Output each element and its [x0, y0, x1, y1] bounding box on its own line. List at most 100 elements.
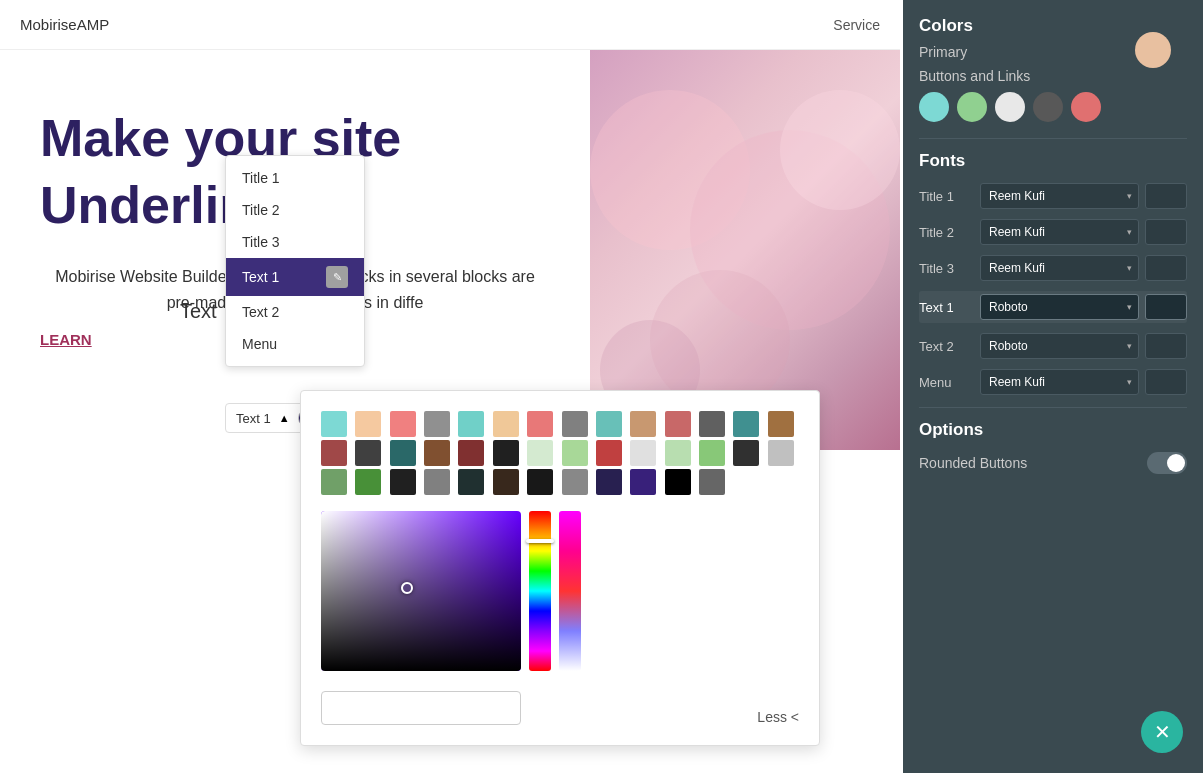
toolbar-label: Text 1: [236, 411, 271, 426]
font-size-title3[interactable]: 2.25: [1145, 255, 1187, 281]
dropdown-title2[interactable]: Title 2: [226, 194, 364, 226]
font-select-title3[interactable]: Reem Kufi ▾: [980, 255, 1139, 281]
swatch-lgray1[interactable]: [630, 440, 656, 466]
swatch-gray1[interactable]: [424, 411, 450, 437]
swatch-teal1[interactable]: [321, 411, 347, 437]
svg-point-3: [780, 90, 900, 210]
font-select-text1[interactable]: Roboto ▾: [980, 294, 1139, 320]
swatch-green2[interactable]: [562, 440, 588, 466]
swatch-teal5[interactable]: [390, 440, 416, 466]
swatch-vblack[interactable]: [527, 469, 553, 495]
font-row-text2: Text 2 Roboto ▾ 1.1: [919, 333, 1187, 359]
swatch-darkbrown[interactable]: [493, 469, 519, 495]
color-dot-white[interactable]: [995, 92, 1025, 122]
swatch-green4[interactable]: [699, 440, 725, 466]
swatch-brown2[interactable]: [768, 411, 794, 437]
dropdown-text1[interactable]: Text 1 ✎: [226, 258, 364, 296]
color-dot-teal[interactable]: [919, 92, 949, 122]
options-section: Options Rounded Buttons: [919, 420, 1187, 474]
font-row-menu: Menu Reem Kufi ▾ 1: [919, 369, 1187, 395]
font-name-text2[interactable]: Roboto ▾: [980, 333, 1139, 359]
font-name-menu[interactable]: Reem Kufi ▾: [980, 369, 1139, 395]
font-select-title1[interactable]: Reem Kufi ▾: [980, 183, 1139, 209]
font-size-text2[interactable]: 1.1: [1145, 333, 1187, 359]
font-row-title3: Title 3 Reem Kufi ▾ 2.25: [919, 255, 1187, 281]
font-label-text1: Text 1: [919, 300, 974, 315]
swatch-gray6[interactable]: [699, 469, 725, 495]
fonts-title: Fonts: [919, 151, 1187, 171]
font-name-title1[interactable]: Reem Kufi ▾: [980, 183, 1139, 209]
rounded-buttons-toggle[interactable]: [1147, 452, 1187, 474]
swatch-green1[interactable]: [527, 440, 553, 466]
swatch-darkpurple1[interactable]: [596, 469, 622, 495]
swatch-red5[interactable]: [458, 440, 484, 466]
dropdown-text2[interactable]: Text 2: [226, 296, 364, 328]
font-row-text1: Text 1 Roboto ▾ 1.3: [919, 291, 1187, 323]
swatch-darkpurple2[interactable]: [630, 469, 656, 495]
dropdown-title3[interactable]: Title 3: [226, 226, 364, 258]
gradient-cursor: [401, 582, 413, 594]
font-name-text1[interactable]: Roboto ▾: [980, 294, 1139, 320]
font-size-title1[interactable]: 6: [1145, 183, 1187, 209]
text-label: Text: [180, 300, 217, 323]
swatch-gray3[interactable]: [699, 411, 725, 437]
font-size-text1[interactable]: 1.3: [1145, 294, 1187, 320]
font-size-menu[interactable]: 1: [1145, 369, 1187, 395]
swatch-mgray[interactable]: [562, 469, 588, 495]
hex-input[interactable]: #443460: [321, 691, 521, 725]
topbar: MobiriseAMP Service: [0, 0, 900, 50]
font-label-text2: Text 2: [919, 339, 974, 354]
hue-bar[interactable]: [529, 511, 551, 671]
less-link[interactable]: Less <: [757, 709, 799, 725]
swatch-red4[interactable]: [321, 440, 347, 466]
font-row-title1: Title 1 Reem Kufi ▾ 6: [919, 183, 1187, 209]
gradient-picker[interactable]: [321, 511, 521, 671]
chevron-down-icon: ▾: [1127, 302, 1132, 312]
font-select-text2[interactable]: Roboto ▾: [980, 333, 1139, 359]
buttons-links-label: Buttons and Links: [919, 68, 1187, 84]
swatch-gray4[interactable]: [355, 440, 381, 466]
swatch-gray5[interactable]: [424, 469, 450, 495]
hue-cursor: [526, 539, 554, 543]
swatch-black1[interactable]: [493, 440, 519, 466]
close-button[interactable]: ✕: [1141, 711, 1183, 753]
color-dot-green[interactable]: [957, 92, 987, 122]
swatch-gray2[interactable]: [562, 411, 588, 437]
saturation-bar[interactable]: [559, 511, 581, 671]
color-dot-dark[interactable]: [1033, 92, 1063, 122]
fonts-section: Fonts Title 1 Reem Kufi ▾ 6 Title 2 Reem…: [919, 151, 1187, 395]
swatch-green3[interactable]: [665, 440, 691, 466]
swatch-brown3[interactable]: [424, 440, 450, 466]
learn-more-link[interactable]: LEARN: [40, 331, 92, 348]
font-name-title3[interactable]: Reem Kufi ▾: [980, 255, 1139, 281]
swatch-lgray2[interactable]: [768, 440, 794, 466]
swatch-black4[interactable]: [665, 469, 691, 495]
close-icon: ✕: [1154, 720, 1171, 744]
swatch-teal4[interactable]: [733, 411, 759, 437]
dropdown-menu-item[interactable]: Menu: [226, 328, 364, 360]
font-select-title2[interactable]: Reem Kufi ▾: [980, 219, 1139, 245]
swatch-peach1[interactable]: [355, 411, 381, 437]
swatch-red2[interactable]: [527, 411, 553, 437]
swatch-green6[interactable]: [355, 469, 381, 495]
swatch-black2[interactable]: [733, 440, 759, 466]
swatch-red1[interactable]: [390, 411, 416, 437]
swatch-darkgreen[interactable]: [458, 469, 484, 495]
dropdown-title1[interactable]: Title 1: [226, 162, 364, 194]
font-size-title2[interactable]: 4: [1145, 219, 1187, 245]
font-type-dropdown[interactable]: Title 1 Title 2 Title 3 Text 1 ✎ Text 2 …: [225, 155, 365, 367]
primary-color-swatch[interactable]: [1135, 32, 1171, 68]
color-dot-pink[interactable]: [1071, 92, 1101, 122]
swatch-green5[interactable]: [321, 469, 347, 495]
font-label-title3: Title 3: [919, 261, 974, 276]
swatch-peach2[interactable]: [493, 411, 519, 437]
font-name-title2[interactable]: Reem Kufi ▾: [980, 219, 1139, 245]
swatch-black3[interactable]: [390, 469, 416, 495]
swatch-teal2[interactable]: [458, 411, 484, 437]
swatch-red3[interactable]: [665, 411, 691, 437]
swatch-red6[interactable]: [596, 440, 622, 466]
swatch-teal3[interactable]: [596, 411, 622, 437]
edit-icon[interactable]: ✎: [326, 266, 348, 288]
font-select-menu[interactable]: Reem Kufi ▾: [980, 369, 1139, 395]
swatch-brown1[interactable]: [630, 411, 656, 437]
